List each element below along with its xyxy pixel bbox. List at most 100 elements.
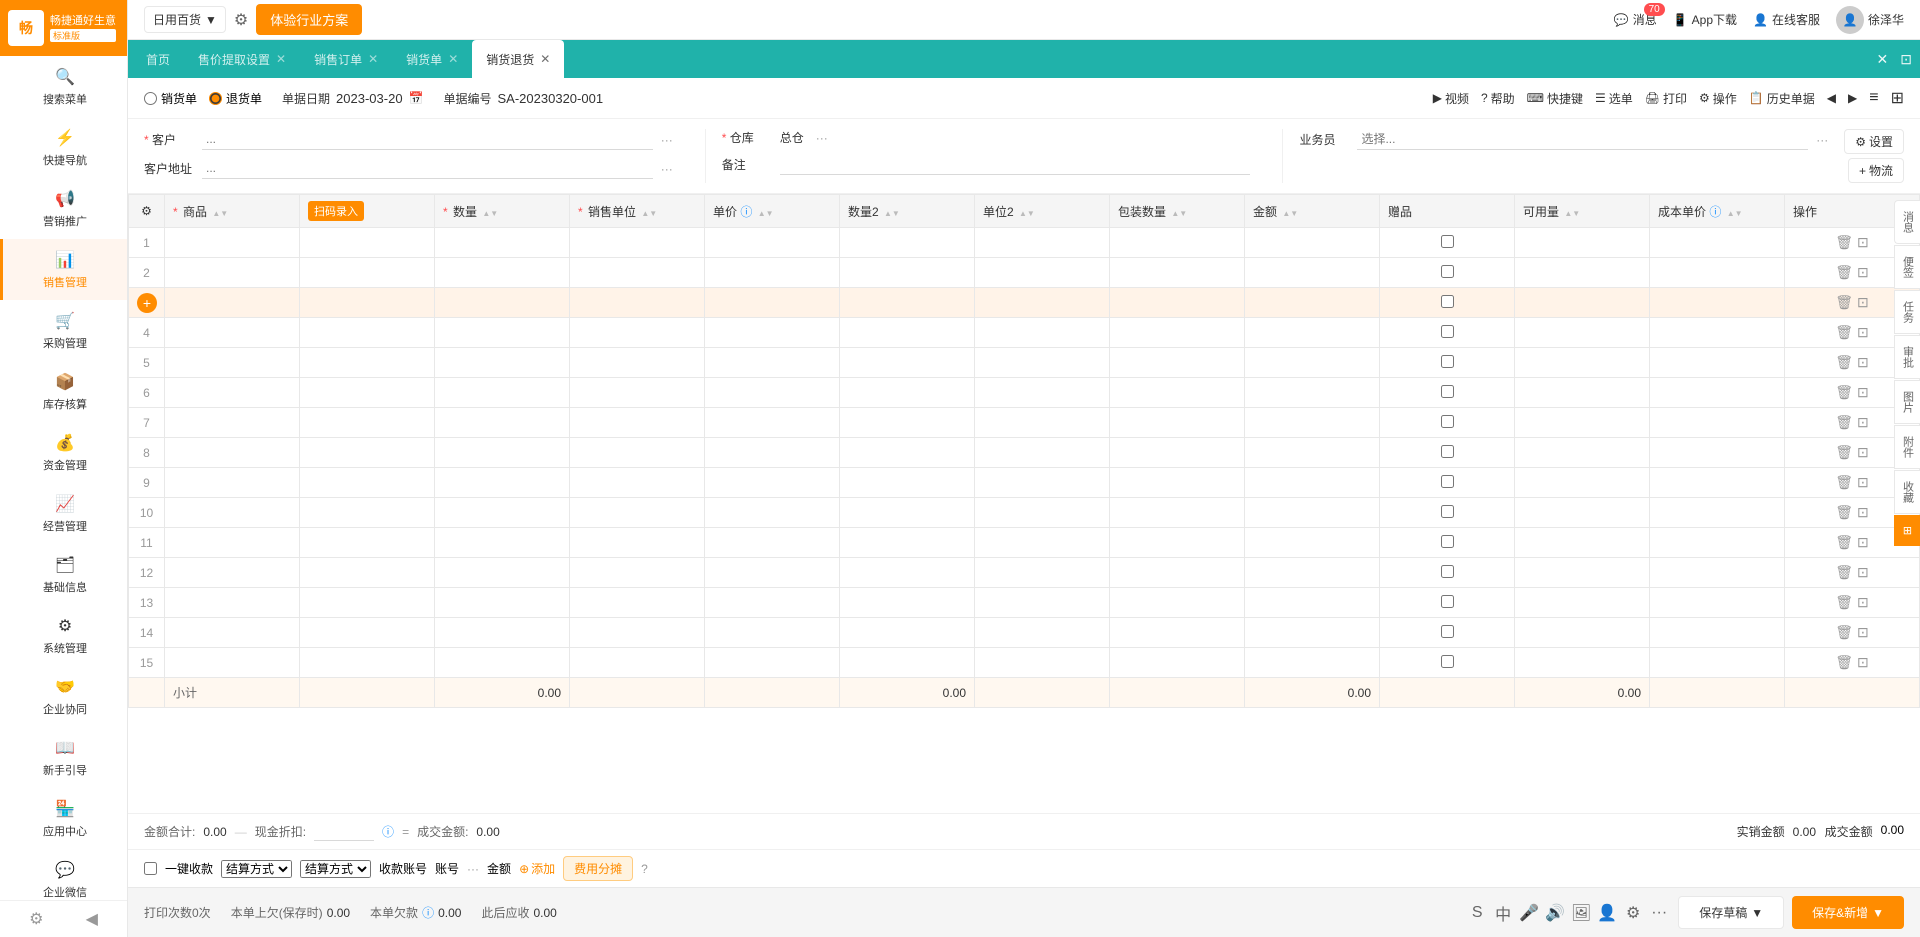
quantity-sort[interactable]: ▲▼ bbox=[482, 210, 498, 218]
radio-return[interactable]: 退货单 bbox=[209, 90, 262, 107]
tab-price-setting[interactable]: 售价提取设置 ✕ bbox=[184, 40, 300, 78]
copy-row-btn[interactable]: ⊡ bbox=[1857, 504, 1869, 521]
amount-sort[interactable]: ▲▼ bbox=[1282, 210, 1298, 218]
sidebar-item-basic[interactable]: 🗂 基础信息 bbox=[0, 544, 127, 605]
delete-row-btn[interactable]: 🗑 bbox=[1835, 594, 1853, 611]
sidebar-item-promotion[interactable]: 📢 营销推广 bbox=[0, 178, 127, 239]
settings-icon2[interactable]: ⚙ bbox=[1622, 902, 1644, 924]
add-logistics-btn[interactable]: + 物流 bbox=[1848, 158, 1904, 183]
user-menu[interactable]: 👤 徐泽华 bbox=[1836, 6, 1904, 34]
doc-settings-btn[interactable]: ⚙ 设置 bbox=[1844, 129, 1904, 154]
user-icon2[interactable]: 👤 bbox=[1596, 902, 1618, 924]
cost-price-sort[interactable]: ▲▼ bbox=[1727, 210, 1743, 218]
chevron-down-icon3[interactable]: ▼ bbox=[1872, 906, 1884, 920]
tab-return[interactable]: 销货退货 ✕ bbox=[472, 40, 564, 78]
quantity2-sort[interactable]: ▲▼ bbox=[884, 210, 900, 218]
more-icon[interactable]: ··· bbox=[1648, 902, 1670, 924]
shortcut-keys-btn[interactable]: ⌨ 快捷键 bbox=[1527, 90, 1583, 107]
copy-row-btn[interactable]: ⊡ bbox=[1857, 264, 1869, 281]
cost-price-info-icon[interactable]: ⓘ bbox=[1709, 205, 1721, 219]
sidebar-item-system[interactable]: ⚙ 系统管理 bbox=[0, 605, 127, 666]
gift-checkbox[interactable] bbox=[1441, 235, 1454, 248]
sidebar-item-cooperation[interactable]: 🤝 企业协同 bbox=[0, 666, 127, 727]
tab-close-return[interactable]: ✕ bbox=[540, 52, 550, 66]
expense-split-btn[interactable]: 费用分摊 bbox=[563, 856, 633, 881]
quick-attachment-btn[interactable]: 附件 bbox=[1894, 425, 1920, 469]
operations-btn[interactable]: ⚙ 操作 bbox=[1699, 90, 1737, 107]
tab-sales-order[interactable]: 销售订单 ✕ bbox=[300, 40, 392, 78]
save-new-btn[interactable]: 保存&新增 ▼ bbox=[1792, 896, 1904, 929]
sougou-icon[interactable]: S bbox=[1466, 902, 1488, 924]
unit-price-info-icon[interactable]: ⓘ bbox=[740, 205, 752, 219]
video-btn[interactable]: ▶ 视频 bbox=[1433, 90, 1469, 107]
tab-delivery[interactable]: 销货单 ✕ bbox=[392, 40, 472, 78]
copy-row-btn[interactable]: ⊡ bbox=[1857, 294, 1869, 311]
copy-row-btn[interactable]: ⊡ bbox=[1857, 444, 1869, 461]
header-settings-btn[interactable]: ⚙ bbox=[234, 10, 248, 30]
sidebar-item-purchase[interactable]: 🛒 采购管理 bbox=[0, 300, 127, 361]
available-sort[interactable]: ▲▼ bbox=[1564, 210, 1580, 218]
app-download-btn[interactable]: 📱 App下载 bbox=[1673, 11, 1737, 28]
scan-input-btn[interactable]: 扫码录入 bbox=[308, 201, 364, 221]
gift-checkbox[interactable] bbox=[1441, 535, 1454, 548]
gift-checkbox[interactable] bbox=[1441, 595, 1454, 608]
gift-checkbox[interactable] bbox=[1441, 265, 1454, 278]
delete-row-btn[interactable]: 🗑 bbox=[1835, 384, 1853, 401]
quick-msg-btn[interactable]: 消息 bbox=[1894, 200, 1920, 244]
tab-close-all-btn[interactable]: ✕ bbox=[1873, 49, 1893, 70]
copy-row-btn[interactable]: ⊡ bbox=[1857, 624, 1869, 641]
sidebar-settings-btn[interactable]: ⚙ bbox=[29, 909, 43, 929]
warehouse-picker-btn[interactable]: ··· bbox=[816, 131, 828, 145]
sidebar-item-appstore[interactable]: 🏪 应用中心 bbox=[0, 788, 127, 849]
copy-row-btn[interactable]: ⊡ bbox=[1857, 234, 1869, 251]
quick-image-btn[interactable]: 图片 bbox=[1894, 380, 1920, 424]
sales-unit-sort[interactable]: ▲▼ bbox=[641, 210, 657, 218]
copy-row-btn[interactable]: ⊡ bbox=[1857, 384, 1869, 401]
nav-select[interactable]: 日用百货 ▼ bbox=[144, 6, 226, 33]
sidebar-item-guide[interactable]: 📖 新手引导 bbox=[0, 727, 127, 788]
add-row-btn[interactable]: + bbox=[137, 293, 157, 313]
print-btn[interactable]: 🖨 打印 bbox=[1645, 90, 1687, 107]
tab-close-delivery[interactable]: ✕ bbox=[448, 52, 458, 66]
gift-checkbox[interactable] bbox=[1441, 355, 1454, 368]
copy-row-btn[interactable]: ⊡ bbox=[1857, 324, 1869, 341]
copy-row-btn[interactable]: ⊡ bbox=[1857, 564, 1869, 581]
copy-row-btn[interactable]: ⊡ bbox=[1857, 654, 1869, 671]
help-btn[interactable]: ? 帮助 bbox=[1481, 90, 1515, 107]
copy-row-btn[interactable]: ⊡ bbox=[1857, 594, 1869, 611]
delete-row-btn[interactable]: 🗑 bbox=[1835, 624, 1853, 641]
delete-row-btn[interactable]: 🗑 bbox=[1835, 354, 1853, 371]
column-settings-icon[interactable]: ⚙ bbox=[141, 204, 152, 218]
sidebar-item-wechat[interactable]: 💬 企业微信 bbox=[0, 849, 127, 900]
mic-icon[interactable]: 🎤 bbox=[1518, 902, 1540, 924]
quick-note-btn[interactable]: 便签 bbox=[1894, 245, 1920, 289]
cash-discount-input[interactable] bbox=[314, 822, 374, 841]
sidebar-item-search[interactable]: 🔍 搜索菜单 bbox=[0, 56, 127, 117]
account-select[interactable]: 结算方式 bbox=[300, 860, 371, 878]
product-input[interactable] bbox=[173, 296, 291, 310]
gift-checkbox[interactable] bbox=[1441, 325, 1454, 338]
gift-checkbox[interactable] bbox=[1441, 565, 1454, 578]
settlement-method-select[interactable]: 结算方式 bbox=[221, 860, 292, 878]
copy-row-btn[interactable]: ⊡ bbox=[1857, 414, 1869, 431]
gift-checkbox[interactable] bbox=[1441, 505, 1454, 518]
debt-info-icon[interactable]: ⓘ bbox=[422, 904, 434, 921]
tab-home[interactable]: 首页 bbox=[132, 40, 184, 78]
messages-btn[interactable]: 💬 消息 70 bbox=[1614, 11, 1657, 28]
gift-checkbox[interactable] bbox=[1441, 295, 1454, 308]
salesperson-input[interactable] bbox=[1357, 129, 1808, 150]
customer-address-input[interactable] bbox=[202, 158, 653, 179]
zhong-icon[interactable]: 中 bbox=[1492, 902, 1514, 924]
quick-task-btn[interactable]: 任务 bbox=[1894, 290, 1920, 334]
delete-row-btn[interactable]: 🗑 bbox=[1835, 234, 1853, 251]
cash-discount-info-icon[interactable]: ⓘ bbox=[382, 823, 394, 840]
calendar-icon[interactable]: 📅 bbox=[409, 91, 424, 105]
view-list-btn[interactable]: ≡ bbox=[1869, 89, 1878, 107]
sidebar-item-inventory[interactable]: 📦 库存核算 bbox=[0, 361, 127, 422]
one-click-payment-checkbox[interactable] bbox=[144, 862, 157, 875]
address-picker-btn[interactable]: ··· bbox=[661, 162, 673, 176]
prev-btn[interactable]: ◀ bbox=[1827, 91, 1836, 105]
history-orders-btn[interactable]: 📋 历史单据 bbox=[1749, 90, 1815, 107]
copy-row-btn[interactable]: ⊡ bbox=[1857, 474, 1869, 491]
gift-checkbox[interactable] bbox=[1441, 385, 1454, 398]
